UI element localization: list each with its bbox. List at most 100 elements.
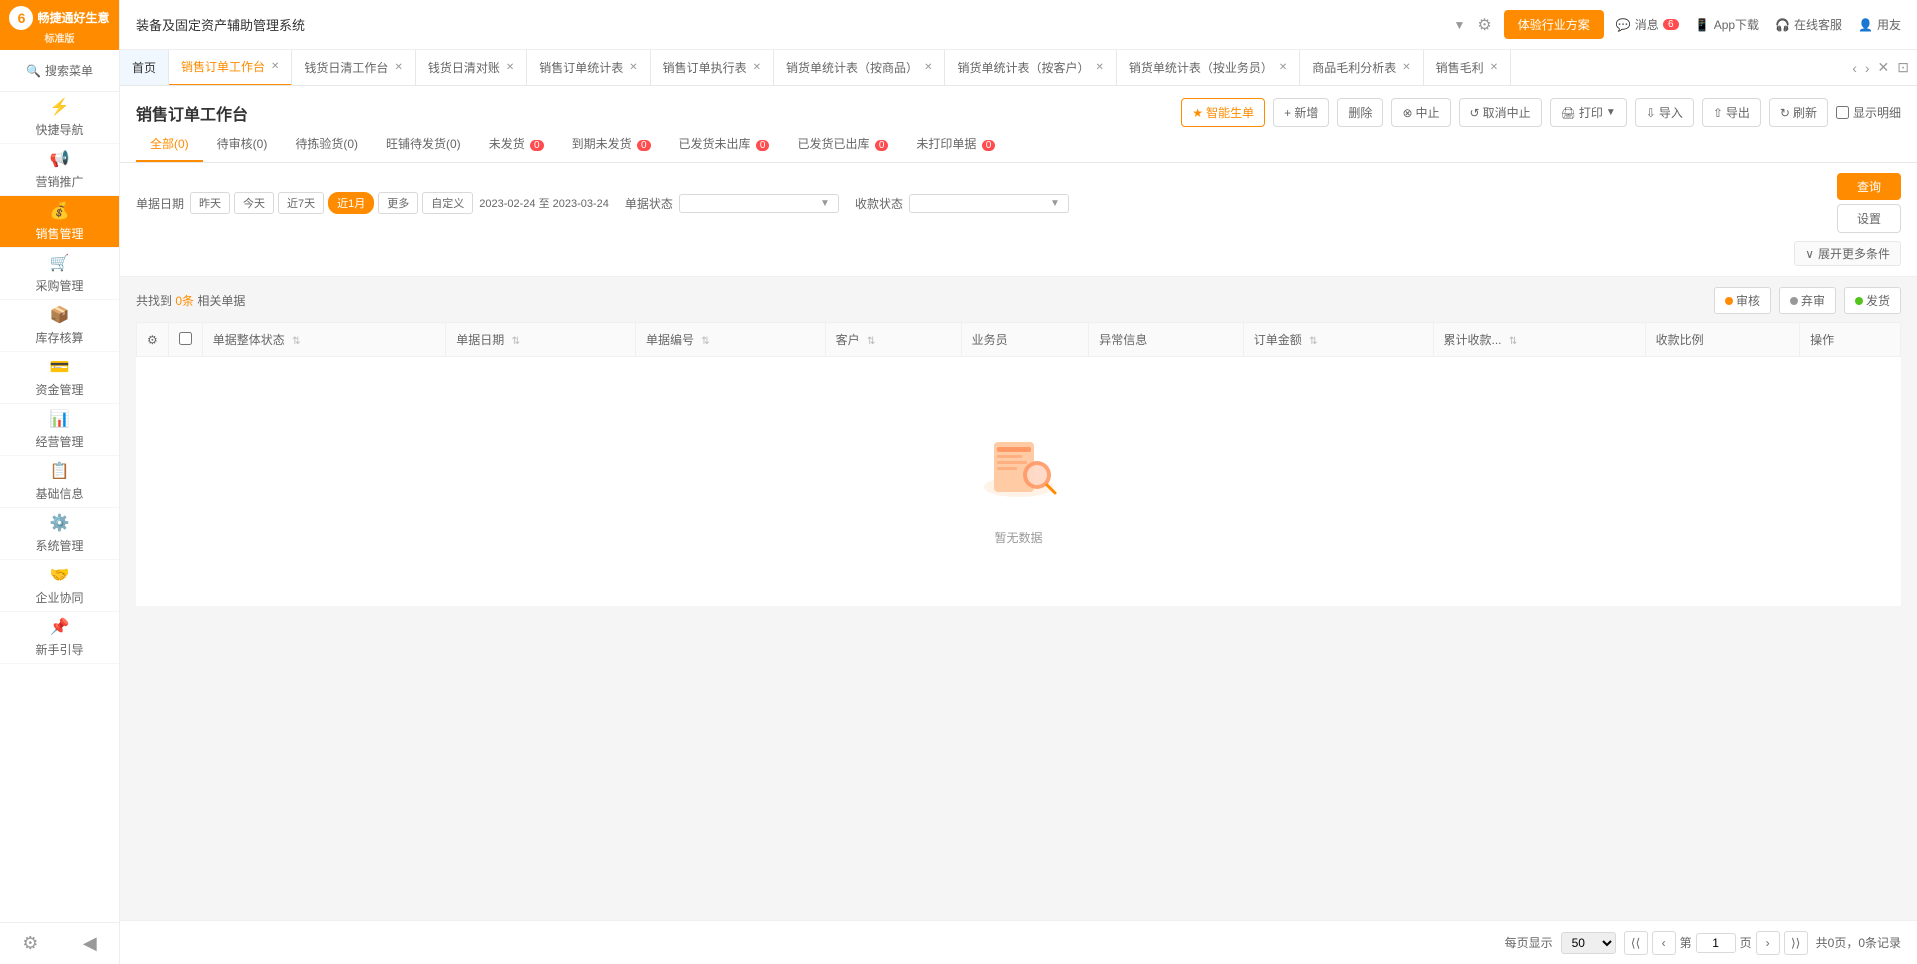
tab-close-all[interactable]: ✕ xyxy=(1878,59,1890,76)
subtab-pending-inspect[interactable]: 待拣验货(0) xyxy=(281,127,372,162)
sidebar-item-finance[interactable]: 💳 资金管理 xyxy=(0,352,119,404)
tab-sales-stats[interactable]: 销售订单统计表 ✕ xyxy=(527,50,650,86)
tab-close-sales-summary-staff[interactable]: ✕ xyxy=(1279,62,1287,73)
dropdown-icon[interactable]: ▼ xyxy=(1454,18,1466,32)
review-action-btn[interactable]: 审核 xyxy=(1714,287,1771,314)
tab-sales-workbench[interactable]: 销售订单工作台 ✕ xyxy=(169,50,292,86)
date-7days[interactable]: 近7天 xyxy=(278,192,324,214)
user-btn[interactable]: 👤 用友 xyxy=(1858,16,1901,33)
delete-btn[interactable]: 删除 xyxy=(1337,98,1383,127)
th-overall-status[interactable]: 单据整体状态 ⇅ xyxy=(202,323,445,357)
sidebar-item-quick-nav[interactable]: ⚡ 快捷导航 xyxy=(0,92,119,144)
expand-filter-btn[interactable]: ∨ 展开更多条件 xyxy=(1794,241,1901,266)
refresh-btn[interactable]: ↻ 刷新 xyxy=(1769,98,1828,127)
tab-close-cash-daily[interactable]: ✕ xyxy=(394,62,402,73)
tab-home[interactable]: 首页 xyxy=(120,50,169,86)
th-customer[interactable]: 客户 ⇅ xyxy=(825,323,961,357)
sidebar-item-marketing[interactable]: 📢 营销推广 xyxy=(0,144,119,196)
ship-action-btn[interactable]: 发货 xyxy=(1844,287,1901,314)
cancel-stop-btn[interactable]: ↺ 取消中止 xyxy=(1459,98,1542,127)
sidebar-item-inventory[interactable]: 📦 库存核算 xyxy=(0,300,119,352)
subtab-shipped-warehoused[interactable]: 已发货已出库 0 xyxy=(783,127,902,162)
date-more[interactable]: 更多 xyxy=(378,192,418,214)
smart-create-btn[interactable]: ★ 智能生单 xyxy=(1181,98,1265,127)
sidebar-search[interactable]: 🔍 搜索菜单 xyxy=(0,50,119,92)
tab-maximize[interactable]: ⊡ xyxy=(1897,59,1909,76)
tab-close-sales-more[interactable]: ✕ xyxy=(1490,62,1498,73)
sort-customer[interactable]: ⇅ xyxy=(867,336,875,347)
payment-select[interactable]: ▼ xyxy=(909,194,1069,213)
th-number[interactable]: 单据编号 ⇅ xyxy=(635,323,825,357)
experience-btn[interactable]: 体验行业方案 xyxy=(1504,10,1604,39)
show-detail-input[interactable] xyxy=(1836,106,1849,119)
sort-overall-status[interactable]: ⇅ xyxy=(292,336,300,347)
tab-cash-daily[interactable]: 钱货日清工作台 ✕ xyxy=(292,50,415,86)
collapse-icon[interactable]: ◀ xyxy=(83,933,97,954)
subtab-all[interactable]: 全部(0) xyxy=(136,127,203,162)
app-download-btn[interactable]: 📱 App下载 xyxy=(1695,16,1759,33)
tab-sales-summary-product[interactable]: 销货单统计表（按商品） ✕ xyxy=(774,50,945,86)
tab-cash-reconcile[interactable]: 钱货日清对账 ✕ xyxy=(416,50,527,86)
tab-close-sales-exec[interactable]: ✕ xyxy=(753,62,761,73)
print-btn[interactable]: 🖨 打印 ▼ xyxy=(1550,98,1627,127)
sort-amount[interactable]: ⇅ xyxy=(1309,336,1317,347)
query-btn[interactable]: 查询 xyxy=(1837,173,1901,200)
tab-close-sales-summary-customer[interactable]: ✕ xyxy=(1095,62,1103,73)
sidebar-item-system[interactable]: ⚙️ 系统管理 xyxy=(0,508,119,560)
select-all-checkbox[interactable] xyxy=(179,332,192,345)
export-btn[interactable]: ⇧ 导出 xyxy=(1702,98,1761,127)
tab-close-cash-reconcile[interactable]: ✕ xyxy=(506,62,514,73)
th-checkbox[interactable] xyxy=(168,323,202,357)
stop-btn[interactable]: ⊗ 中止 xyxy=(1391,98,1450,127)
sidebar-item-sales[interactable]: 💰 销售管理 xyxy=(0,196,119,248)
subtab-not-printed[interactable]: 未打印单据 0 xyxy=(902,127,1009,162)
tab-nav-left[interactable]: ‹ xyxy=(1852,60,1857,76)
subtab-overdue-not-shipped[interactable]: 到期未发货 0 xyxy=(558,127,665,162)
topbar-settings-icon[interactable]: ⚙ xyxy=(1477,15,1491,35)
tab-close-gross-profit[interactable]: ✕ xyxy=(1402,62,1410,73)
online-service-btn[interactable]: 🎧 在线客服 xyxy=(1775,16,1842,33)
date-custom[interactable]: 自定义 xyxy=(422,192,473,214)
date-today[interactable]: 今天 xyxy=(234,192,274,214)
th-amount[interactable]: 订单金额 ⇅ xyxy=(1243,323,1433,357)
subtab-shipped-not-warehoused[interactable]: 已发货未出库 0 xyxy=(665,127,784,162)
sidebar-item-purchase[interactable]: 🛒 采购管理 xyxy=(0,248,119,300)
date-yesterday[interactable]: 昨天 xyxy=(190,192,230,214)
status-select[interactable]: ▼ xyxy=(679,194,839,213)
tab-sales-summary-staff[interactable]: 销货单统计表（按业务员） ✕ xyxy=(1117,50,1300,86)
th-staff[interactable]: 业务员 xyxy=(961,323,1089,357)
tab-close-sales-workbench[interactable]: ✕ xyxy=(271,61,279,72)
page-next-btn[interactable]: › xyxy=(1756,931,1780,955)
page-number-input[interactable] xyxy=(1696,933,1736,953)
sidebar-item-basic[interactable]: 📋 基础信息 xyxy=(0,456,119,508)
date-1month[interactable]: 近1月 xyxy=(328,192,374,214)
th-collected[interactable]: 累计收款... ⇅ xyxy=(1433,323,1645,357)
tab-close-sales-stats[interactable]: ✕ xyxy=(629,62,637,73)
subtab-wangpu-pending[interactable]: 旺铺待发货(0) xyxy=(372,127,475,162)
table-scroll-container[interactable]: ⚙ 单据整体状态 ⇅ 单据日期 ⇅ 单据编号 xyxy=(136,322,1901,910)
subtab-not-shipped[interactable]: 未发货 0 xyxy=(475,127,558,162)
th-exception[interactable]: 异常信息 xyxy=(1089,323,1244,357)
sort-date[interactable]: ⇅ xyxy=(512,336,520,347)
sidebar-item-guide[interactable]: 📌 新手引导 xyxy=(0,612,119,664)
sidebar-item-enterprise[interactable]: 🤝 企业协同 xyxy=(0,560,119,612)
sidebar-item-operations[interactable]: 📊 经营管理 xyxy=(0,404,119,456)
page-last-btn[interactable]: ⟩⟩ xyxy=(1784,931,1808,955)
tab-nav-right[interactable]: › xyxy=(1865,60,1870,76)
show-detail-checkbox[interactable]: 显示明细 xyxy=(1836,104,1901,121)
th-settings[interactable]: ⚙ xyxy=(137,323,169,357)
tab-close-sales-summary-product[interactable]: ✕ xyxy=(924,62,932,73)
sort-number[interactable]: ⇅ xyxy=(701,336,709,347)
set-btn[interactable]: 设置 xyxy=(1837,204,1901,233)
tab-sales-more[interactable]: 销售毛利 ✕ xyxy=(1424,50,1511,86)
tab-sales-exec[interactable]: 销售订单执行表 ✕ xyxy=(651,50,774,86)
subtab-pending-review[interactable]: 待审核(0) xyxy=(203,127,282,162)
message-btn[interactable]: 💬 消息 6 xyxy=(1616,16,1679,33)
page-first-btn[interactable]: ⟨⟨ xyxy=(1624,931,1648,955)
settings-icon[interactable]: ⚙ xyxy=(22,933,38,954)
cancel-review-action-btn[interactable]: 弃审 xyxy=(1779,287,1836,314)
import-btn[interactable]: ⇩ 导入 xyxy=(1635,98,1694,127)
tab-gross-profit[interactable]: 商品毛利分析表 ✕ xyxy=(1300,50,1423,86)
sort-collected[interactable]: ⇅ xyxy=(1509,336,1517,347)
tab-sales-summary-customer[interactable]: 销货单统计表（按客户） ✕ xyxy=(945,50,1116,86)
